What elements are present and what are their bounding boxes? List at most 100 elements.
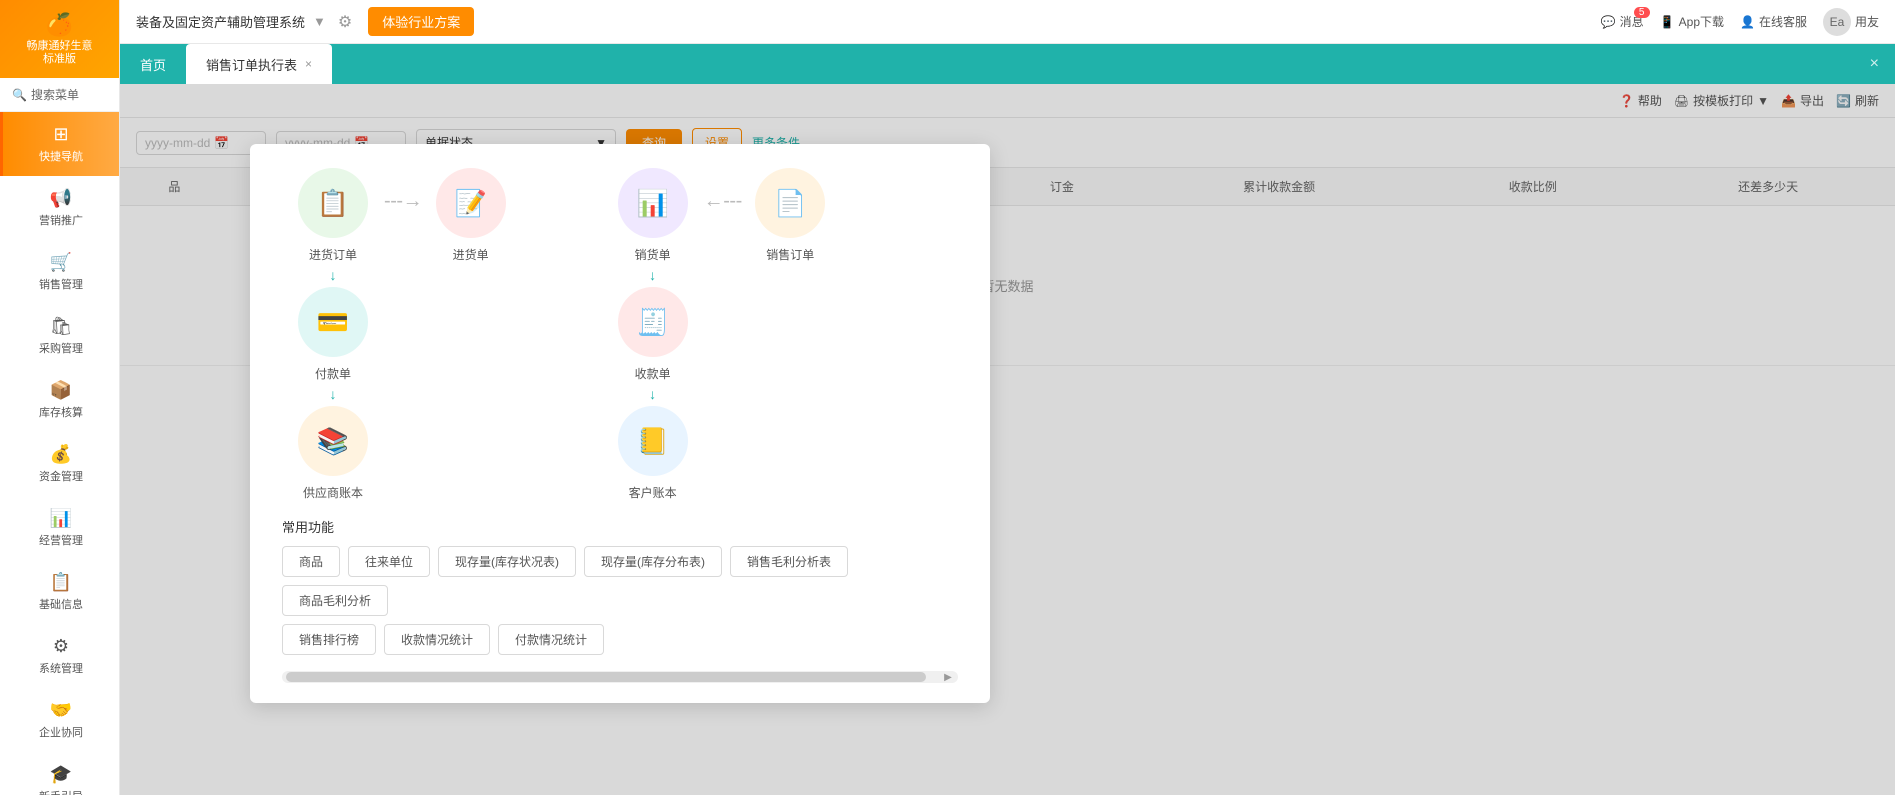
system-dropdown-icon[interactable]: ▼ xyxy=(313,14,326,29)
logo-text-line1: 畅康通好生意 xyxy=(8,40,111,53)
common-btn-sales-rank[interactable]: 销售排行榜 xyxy=(282,624,376,655)
message-button[interactable]: 💬 消息 5 xyxy=(1601,13,1644,30)
supplier-ledger-emoji: 📚 xyxy=(317,426,349,457)
h-arrow-1: - - - → xyxy=(384,168,420,213)
modal-scrollbar[interactable]: ▶ xyxy=(282,671,958,683)
common-btn-inventory-status[interactable]: 现存量(库存状况表) xyxy=(438,546,576,577)
flow-node-purchase-order[interactable]: 📋 进货订单 xyxy=(298,168,368,263)
sidebar-item-basic[interactable]: 📋 基础信息 xyxy=(0,560,119,624)
newbie-icon: 🎓 xyxy=(50,764,72,785)
sale-bill-label: 销货单 xyxy=(635,246,671,263)
flow-mid-right-col: 📊 销货单 ↓ 🧾 收款单 ↓ xyxy=(602,168,704,501)
payment-emoji: 💳 xyxy=(317,307,349,338)
arrow-down-3: ↓ xyxy=(649,263,656,287)
sidebar-item-enterprise[interactable]: 🤝 企业协同 xyxy=(0,688,119,752)
marketing-icon: 📢 xyxy=(50,188,72,209)
avatar: Ea xyxy=(1823,8,1851,36)
gear-button[interactable]: ⚙ xyxy=(338,12,352,32)
finance-icon: 💰 xyxy=(50,444,72,465)
header-right: 💬 消息 5 📱 App下载 👤 在线客服 Ea 用友 xyxy=(1601,8,1879,36)
flow-right-col: 📄 销售订单 xyxy=(739,168,841,263)
sidebar-item-marketing[interactable]: 📢 营销推广 xyxy=(0,176,119,240)
flow-node-sale-order[interactable]: 📄 销售订单 xyxy=(755,168,825,263)
user-profile[interactable]: Ea 用友 xyxy=(1823,8,1879,36)
sale-bill-icon: 📊 xyxy=(618,168,688,238)
sidebar-item-newbie[interactable]: 🎓 新手引导 xyxy=(0,752,119,795)
supplier-ledger-icon: 📚 xyxy=(298,406,368,476)
download-icon: 📱 xyxy=(1660,15,1675,29)
online-service-button[interactable]: 👤 在线客服 xyxy=(1740,13,1807,30)
experience-button[interactable]: 体验行业方案 xyxy=(368,7,474,36)
home-tab-label: 首页 xyxy=(140,55,166,74)
sidebar-search[interactable]: 🔍 搜索菜单 xyxy=(0,78,119,112)
customer-ledger-icon: 📒 xyxy=(618,406,688,476)
flow-node-receipt[interactable]: 🧾 收款单 xyxy=(618,287,688,382)
flow-diagram: 📋 进货订单 ↓ 💳 付款单 ↓ xyxy=(282,168,958,501)
payment-icon: 💳 xyxy=(298,287,368,357)
sidebar: 🍊 畅康通好生意 标准版 🔍 搜索菜单 ⊞ 快捷导航 📢 营销推广 🛒 销售管理… xyxy=(0,0,120,795)
purchase-bill-emoji: 📝 xyxy=(454,188,486,219)
modal-scroll-arrow[interactable]: ▶ xyxy=(938,671,958,683)
sidebar-item-quick-nav[interactable]: ⊞ 快捷导航 xyxy=(0,112,119,176)
sidebar-item-label-quick-nav: 快捷导航 xyxy=(39,148,83,164)
common-functions-title: 常用功能 xyxy=(282,517,958,536)
sidebar-nav: ⊞ 快捷导航 📢 营销推广 🛒 销售管理 🛍 采购管理 📦 库存核算 💰 xyxy=(0,112,119,795)
sidebar-item-purchase[interactable]: 🛍 采购管理 xyxy=(0,304,119,368)
sales-icon: 🛒 xyxy=(50,252,72,273)
common-btn-payment-stats[interactable]: 付款情况统计 xyxy=(498,624,604,655)
sidebar-item-system[interactable]: ⚙ 系统管理 xyxy=(0,624,119,688)
tab-bar: 首页 销售订单执行表 × × xyxy=(120,44,1895,84)
sidebar-item-finance[interactable]: 💰 资金管理 xyxy=(0,432,119,496)
tab-close-icon[interactable]: × xyxy=(305,57,312,71)
purchase-bill-icon: 📝 xyxy=(436,168,506,238)
main-area: 装备及固定资产辅助管理系统 ▼ ⚙ 体验行业方案 💬 消息 5 📱 App下载 … xyxy=(120,0,1895,795)
system-title: 装备及固定资产辅助管理系统 xyxy=(136,12,305,31)
common-btn-receipt-stats[interactable]: 收款情况统计 xyxy=(384,624,490,655)
arrow-down-2: ↓ xyxy=(330,382,337,406)
sidebar-item-inventory[interactable]: 📦 库存核算 xyxy=(0,368,119,432)
payment-label: 付款单 xyxy=(315,365,351,382)
flow-node-supplier-ledger[interactable]: 📚 供应商账本 xyxy=(298,406,368,501)
flow-node-customer-ledger[interactable]: 📒 客户账本 xyxy=(618,406,688,501)
common-btn-goods[interactable]: 商品 xyxy=(282,546,340,577)
receipt-label: 收款单 xyxy=(635,365,671,382)
tab-bar-close-button[interactable]: × xyxy=(1854,55,1895,73)
customer-ledger-label: 客户账本 xyxy=(629,484,677,501)
receipt-icon: 🧾 xyxy=(618,287,688,357)
basic-icon: 📋 xyxy=(50,572,72,593)
flow-left-col: 📋 进货订单 ↓ 💳 付款单 ↓ xyxy=(282,168,384,501)
common-btn-inventory-dist[interactable]: 现存量(库存分布表) xyxy=(584,546,722,577)
sidebar-item-operation[interactable]: 📊 经营管理 xyxy=(0,496,119,560)
common-btn-sales-profit[interactable]: 销售毛利分析表 xyxy=(730,546,848,577)
flow-node-sale-bill[interactable]: 📊 销货单 xyxy=(618,168,688,263)
common-btn-partners[interactable]: 往来单位 xyxy=(348,546,430,577)
purchase-icon: 🛍 xyxy=(50,316,73,337)
system-icon: ⚙ xyxy=(53,636,69,657)
common-buttons-row-2: 销售排行榜 收款情况统计 付款情况统计 xyxy=(282,624,958,655)
sidebar-item-sales[interactable]: 🛒 销售管理 xyxy=(0,240,119,304)
user-name: 用友 xyxy=(1855,13,1879,30)
purchase-bill-label: 进货单 xyxy=(453,246,489,263)
sidebar-item-label-basic: 基础信息 xyxy=(39,596,83,612)
tab-sales-order[interactable]: 销售订单执行表 × xyxy=(186,44,332,84)
app-download-label: App下载 xyxy=(1679,13,1724,30)
sidebar-item-label-sales: 销售管理 xyxy=(39,276,83,292)
flow-node-payment[interactable]: 💳 付款单 xyxy=(298,287,368,382)
purchase-order-icon: 📋 xyxy=(298,168,368,238)
app-download-button[interactable]: 📱 App下载 xyxy=(1660,13,1724,30)
flow-mid-left-col: 📝 进货单 xyxy=(420,168,522,263)
modal-scroll-thumb[interactable] xyxy=(286,672,926,682)
common-functions-section: 常用功能 商品 往来单位 现存量(库存状况表) 现存量(库存分布表) 销售毛利分… xyxy=(282,517,958,655)
sidebar-item-label-inventory: 库存核算 xyxy=(39,404,83,420)
common-btn-goods-profit[interactable]: 商品毛利分析 xyxy=(282,585,388,616)
tab-home[interactable]: 首页 xyxy=(120,44,186,84)
app-logo: 🍊 畅康通好生意 标准版 xyxy=(0,0,119,78)
sidebar-item-label-system: 系统管理 xyxy=(39,660,83,676)
message-icon: 💬 xyxy=(1601,15,1616,29)
sidebar-item-label-purchase: 采购管理 xyxy=(39,340,83,356)
flow-node-purchase-bill[interactable]: 📝 进货单 xyxy=(436,168,506,263)
sale-order-emoji: 📄 xyxy=(774,188,806,219)
top-header: 装备及固定资产辅助管理系统 ▼ ⚙ 体验行业方案 💬 消息 5 📱 App下载 … xyxy=(120,0,1895,44)
search-label: 搜索菜单 xyxy=(31,86,79,103)
supplier-ledger-label: 供应商账本 xyxy=(303,484,363,501)
